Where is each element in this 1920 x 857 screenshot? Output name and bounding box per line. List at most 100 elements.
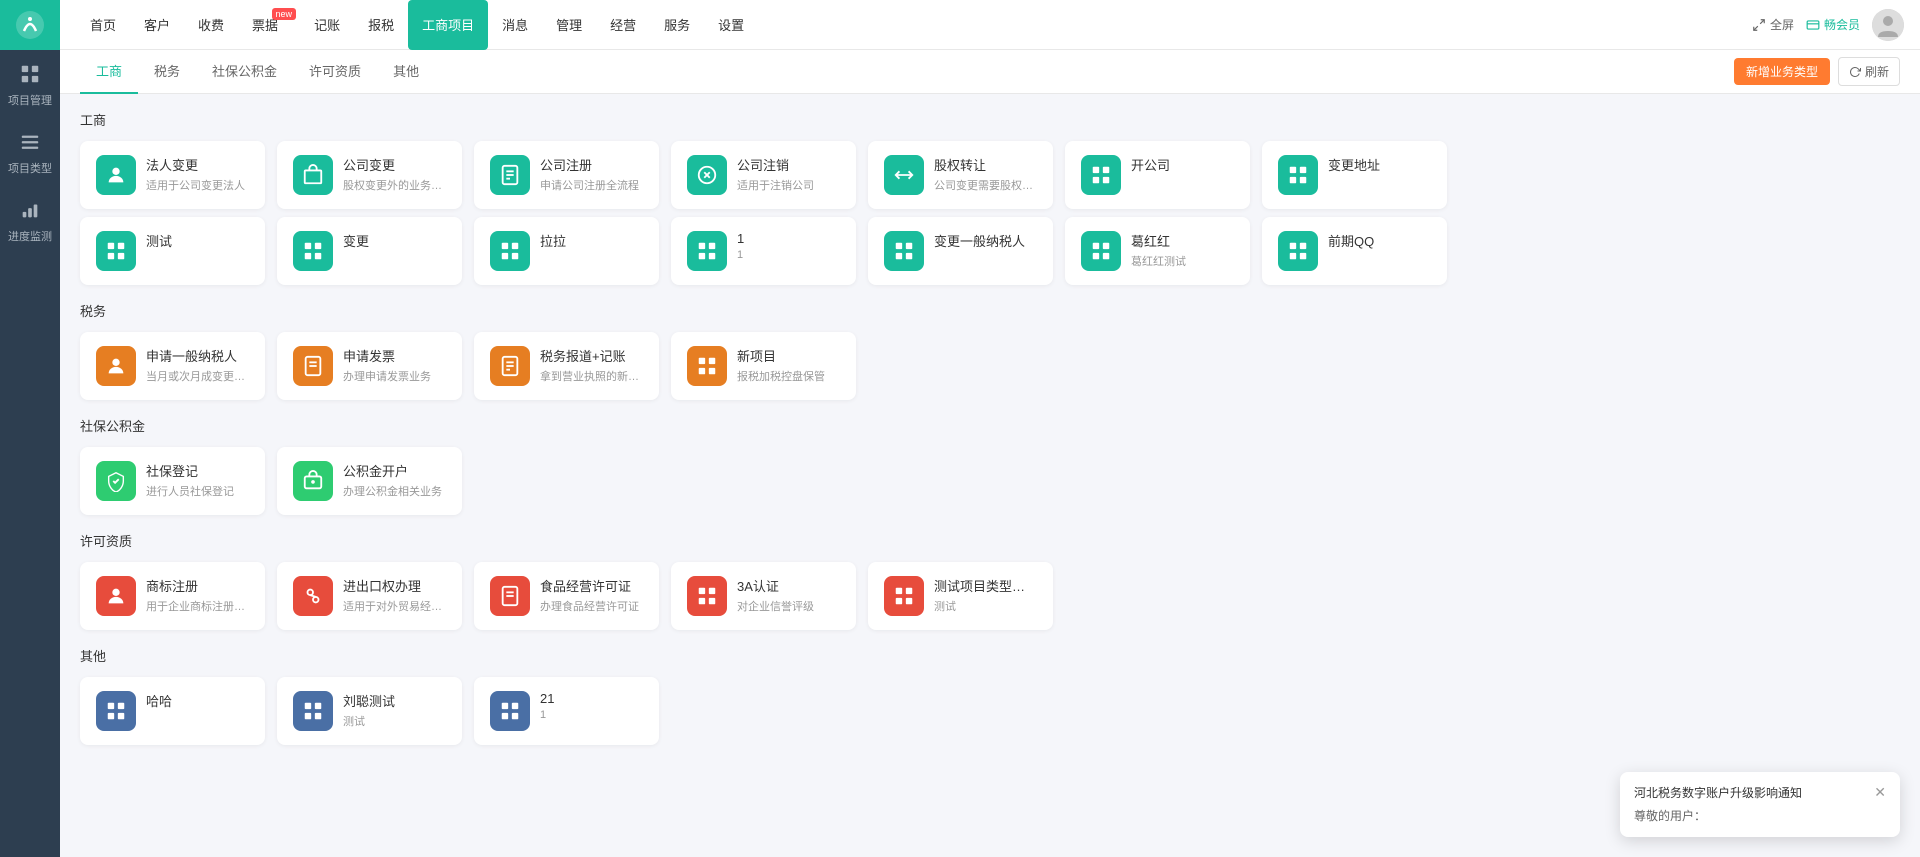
- section-title-gongshang: 工商: [80, 110, 1900, 129]
- biz-desc-x3: 办理食品经营许可证: [540, 598, 643, 614]
- biz-card-t2[interactable]: 申请发票 办理申请发票业务: [277, 332, 462, 400]
- biz-name-t3: 税务报道+记账: [540, 346, 643, 365]
- nav-invoice[interactable]: 票据 new: [238, 0, 300, 50]
- nav-tax[interactable]: 报税: [354, 0, 408, 50]
- new-biztype-button[interactable]: 新增业务类型: [1734, 58, 1830, 85]
- biz-icon-c5: [884, 155, 924, 195]
- biz-desc-c13: 葛红红测试: [1131, 253, 1234, 269]
- topnav-right: 全屏 畅会员: [1752, 9, 1904, 41]
- biz-name-o1: 哈哈: [146, 691, 249, 710]
- nav-settings[interactable]: 设置: [704, 0, 758, 50]
- biz-name-t4: 新项目: [737, 346, 840, 365]
- notification-close[interactable]: ✕: [1874, 784, 1886, 801]
- biz-icon-c7: [1278, 155, 1318, 195]
- nav-bizproject[interactable]: 工商项目: [408, 0, 488, 50]
- biz-card-c11[interactable]: 1 1: [671, 217, 856, 285]
- biz-card-s1[interactable]: 社保登记 进行人员社保登记: [80, 447, 265, 515]
- nav-bookkeeping[interactable]: 记账: [300, 0, 354, 50]
- biz-name-c13: 葛红红: [1131, 231, 1234, 250]
- sidebar-item-project-manage[interactable]: 项目管理: [0, 50, 60, 118]
- biz-desc-s2: 办理公积金相关业务: [343, 483, 446, 499]
- biz-desc-c11: 1: [737, 249, 840, 261]
- biz-name-x3: 食品经营许可证: [540, 576, 643, 595]
- biz-card-c10[interactable]: 拉拉: [474, 217, 659, 285]
- nav-message[interactable]: 消息: [488, 0, 542, 50]
- sidebar-label-progress: 进度监测: [8, 228, 52, 244]
- biz-card-o3[interactable]: 21 1: [474, 677, 659, 745]
- nav-management[interactable]: 管理: [542, 0, 596, 50]
- biz-card-c7[interactable]: 变更地址: [1262, 141, 1447, 209]
- biz-card-x2[interactable]: 进出口权办理 适用于对外贸易经营者: [277, 562, 462, 630]
- biz-icon-c11: [687, 231, 727, 271]
- refresh-button[interactable]: 刷新: [1838, 57, 1900, 86]
- tab-qita[interactable]: 其他: [377, 50, 435, 94]
- biz-desc-c4: 适用于注销公司: [737, 177, 840, 193]
- sidebar-item-progress[interactable]: 进度监测: [0, 186, 60, 254]
- biz-card-c8[interactable]: 测试: [80, 217, 265, 285]
- biz-icon-s2: [293, 461, 333, 501]
- fullscreen-button[interactable]: 全屏: [1752, 16, 1794, 33]
- biz-icon-c6: [1081, 155, 1121, 195]
- biz-card-c14[interactable]: 前期QQ: [1262, 217, 1447, 285]
- biz-name-c6: 开公司: [1131, 155, 1234, 174]
- biz-desc-t3: 拿到营业执照的新公司: [540, 368, 643, 384]
- tab-shuiwu[interactable]: 税务: [138, 50, 196, 94]
- biz-card-c5[interactable]: 股权转让 公司变更需要股权转让: [868, 141, 1053, 209]
- biz-card-c1[interactable]: 法人变更 适用于公司变更法人: [80, 141, 265, 209]
- nav-service[interactable]: 服务: [650, 0, 704, 50]
- nav-customer[interactable]: 客户: [130, 0, 184, 50]
- biz-card-c3[interactable]: 公司注册 申请公司注册全流程: [474, 141, 659, 209]
- biz-card-x5[interactable]: 测试项目类型目定义 测试: [868, 562, 1053, 630]
- biz-card-t3[interactable]: 税务报道+记账 拿到营业执照的新公司: [474, 332, 659, 400]
- biz-icon-c1: [96, 155, 136, 195]
- tab-bar: 工商 税务 社保公积金 许可资质 其他 新增业务类型 刷新: [60, 50, 1920, 94]
- biz-card-s2[interactable]: 公积金开户 办理公积金相关业务: [277, 447, 462, 515]
- user-avatar[interactable]: [1872, 9, 1904, 41]
- biz-card-c9[interactable]: 变更: [277, 217, 462, 285]
- refresh-icon: [1849, 66, 1861, 78]
- nav-operation[interactable]: 经营: [596, 0, 650, 50]
- biz-card-x3[interactable]: 食品经营许可证 办理食品经营许可证: [474, 562, 659, 630]
- biz-card-o2[interactable]: 刘聪测试 测试: [277, 677, 462, 745]
- biz-icon-o1: [96, 691, 136, 731]
- biz-card-c2[interactable]: 公司变更 股权变更外的业务变更: [277, 141, 462, 209]
- biz-name-c3: 公司注册: [540, 155, 643, 174]
- biz-card-o1[interactable]: 哈哈: [80, 677, 265, 745]
- nav-home[interactable]: 首页: [76, 0, 130, 50]
- biz-card-t1[interactable]: 申请一般纳税人 当月或次月成变更完成: [80, 332, 265, 400]
- biz-card-x4[interactable]: 3A认证 对企业信誉评级: [671, 562, 856, 630]
- biz-card-c6[interactable]: 开公司: [1065, 141, 1250, 209]
- chart-icon: [16, 196, 44, 224]
- biz-icon-c8: [96, 231, 136, 271]
- sidebar-item-project-type[interactable]: 项目类型: [0, 118, 60, 186]
- tab-shebao[interactable]: 社保公积金: [196, 50, 293, 94]
- biz-icon-o3: [490, 691, 530, 731]
- biz-desc-c3: 申请公司注册全流程: [540, 177, 643, 193]
- biz-icon-c14: [1278, 231, 1318, 271]
- biz-name-x2: 进出口权办理: [343, 576, 446, 595]
- biz-card-c4[interactable]: 公司注销 适用于注销公司: [671, 141, 856, 209]
- biz-card-c13[interactable]: 葛红红 葛红红测试: [1065, 217, 1250, 285]
- card-grid-qita: 哈哈 刘聪测试 测试: [80, 677, 1900, 745]
- biz-name-c5: 股权转让: [934, 155, 1037, 174]
- tab-gongshang[interactable]: 工商: [80, 50, 138, 94]
- biz-icon-c13: [1081, 231, 1121, 271]
- topnav: 首页 客户 收费 票据 new 记账 报税 工商项目 消息 管理 经营 服务 设…: [60, 0, 1920, 50]
- biz-name-c2: 公司变更: [343, 155, 446, 174]
- sidebar-logo[interactable]: [0, 0, 60, 50]
- member-button[interactable]: 畅会员: [1806, 16, 1860, 33]
- tab-xuke[interactable]: 许可资质: [293, 50, 377, 94]
- invoice-badge: new: [272, 8, 297, 20]
- biz-name-c14: 前期QQ: [1328, 231, 1431, 250]
- section-title-shebao: 社保公积金: [80, 416, 1900, 435]
- biz-card-t4[interactable]: 新项目 报税加税控盘保管: [671, 332, 856, 400]
- biz-card-c12[interactable]: 变更一般纳税人: [868, 217, 1053, 285]
- nav-billing[interactable]: 收费: [184, 0, 238, 50]
- section-title-xuke: 许可资质: [80, 531, 1900, 550]
- member-label: 畅会员: [1824, 16, 1860, 33]
- biz-name-t2: 申请发票: [343, 346, 446, 365]
- biz-icon-x5: [884, 576, 924, 616]
- biz-card-x1[interactable]: 商标注册 用于企业商标注册服务: [80, 562, 265, 630]
- biz-desc-s1: 进行人员社保登记: [146, 483, 249, 499]
- notification-popup: 河北税务数字账户升级影响通知 ✕ 尊敬的用户：: [1620, 772, 1900, 837]
